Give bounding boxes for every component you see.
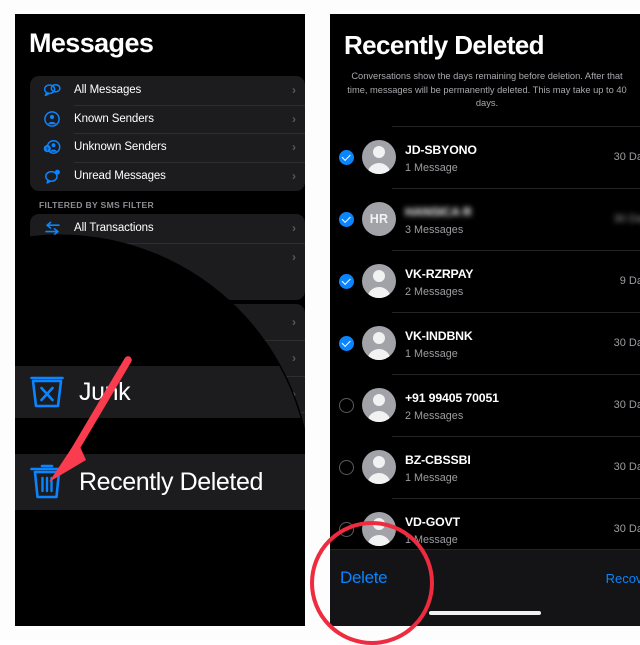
conversation-text: VK-RZRPAY 2 Messages <box>405 265 620 298</box>
conversation-name: HANSICA R <box>405 204 472 219</box>
sidebar-item-label: Junk <box>79 377 131 406</box>
days-remaining: 30 Days <box>613 523 640 535</box>
sidebar-item-label: Unknown Senders <box>74 141 167 154</box>
trash-x-icon <box>15 375 79 409</box>
days-remaining: 30 Days <box>613 399 640 411</box>
conversation-name: VK-INDBNK <box>405 328 473 343</box>
days-remaining: 30 Days <box>613 461 640 473</box>
conversation-name: +91 99405 70051 <box>405 390 499 405</box>
table-row[interactable]: VK-INDBNK 1 Message 30 Days <box>330 312 640 374</box>
sidebar-item-known-senders[interactable]: Known Senders › <box>30 104 305 134</box>
conversation-name: VK-RZRPAY <box>405 266 474 281</box>
select-checkbox[interactable] <box>330 149 362 165</box>
sidebar-item-label: All Messages <box>74 84 142 97</box>
conversation-text: JD-SBYONO 1 Message <box>405 141 614 174</box>
conversation-count: 1 Message <box>405 533 458 546</box>
conversation-count: 1 Message <box>405 471 458 484</box>
select-checkbox[interactable] <box>330 397 362 413</box>
select-checkbox[interactable] <box>330 273 362 289</box>
annotation-circle <box>310 521 434 645</box>
sidebar-item-label: Recently Deleted <box>79 467 263 496</box>
conversation-name: BZ-CBSSBI <box>405 452 471 467</box>
screenshot-stage: Messages All Messages › Known Senders › … <box>0 0 640 645</box>
avatar <box>362 326 396 360</box>
days-remaining: 30 Days <box>613 213 640 225</box>
home-indicator <box>429 611 541 615</box>
conversation-list: JD-SBYONO 1 Message 30 Days HR HANSICA R… <box>330 126 640 560</box>
magnifier-lens: Junk Recently Deleted <box>15 236 305 626</box>
two-chat-bubbles-icon <box>30 83 74 97</box>
svg-text:?: ? <box>46 147 49 152</box>
chevron-right-icon: › <box>292 169 296 184</box>
recover-button[interactable]: Recover <box>606 571 640 586</box>
sidebar-item-junk[interactable]: Junk <box>15 366 305 418</box>
sidebar-item-label: Unread Messages <box>74 170 166 183</box>
person-question-icon: ? <box>30 139 74 155</box>
days-remaining: 30 Days <box>613 151 640 163</box>
sidebar-item-all-messages[interactable]: All Messages › <box>30 76 305 105</box>
sidebar-item-recently-deleted[interactable]: Recently Deleted <box>15 454 305 510</box>
section-header-sms-filter: FILTERED BY SMS FILTER <box>39 200 154 210</box>
conversation-text: VK-INDBNK 1 Message <box>405 327 614 360</box>
avatar <box>362 388 396 422</box>
avatar: HR <box>362 202 396 236</box>
chat-bubble-dot-icon <box>30 169 74 184</box>
conversation-text: VD-GOVT 1 Message <box>405 513 614 546</box>
person-circle-icon <box>30 111 74 127</box>
avatar <box>362 450 396 484</box>
conversation-text: HANSICA R 3 Messages <box>405 203 614 236</box>
avatar <box>362 264 396 298</box>
sidebar-item-unread-messages[interactable]: Unread Messages › <box>30 161 305 191</box>
table-row[interactable]: HR HANSICA R 3 Messages 30 Days <box>330 188 640 250</box>
days-remaining: 9 Days <box>619 275 640 287</box>
conversation-count: 1 Message <box>405 347 458 360</box>
sidebar-item-label: Known Senders <box>74 112 154 125</box>
table-row[interactable]: JD-SBYONO 1 Message 30 Days <box>330 126 640 188</box>
select-checkbox[interactable] <box>330 335 362 351</box>
select-checkbox[interactable] <box>330 459 362 475</box>
recently-deleted-description: Conversations show the days remaining be… <box>347 71 627 109</box>
chevron-right-icon: › <box>292 83 296 98</box>
chevron-right-icon: › <box>292 111 296 126</box>
table-row[interactable]: +91 99405 70051 2 Messages 30 Days <box>330 374 640 436</box>
transfer-arrows-icon <box>30 221 74 236</box>
conversation-count: 1 Message <box>405 161 458 174</box>
days-remaining: 30 Days <box>613 337 640 349</box>
conversation-name: JD-SBYONO <box>405 142 477 157</box>
conversation-text: BZ-CBSSBI 1 Message <box>405 451 614 484</box>
avatar <box>362 140 396 174</box>
conversation-count: 3 Messages <box>405 223 464 236</box>
page-title-recently-deleted: Recently Deleted <box>344 30 545 60</box>
table-row[interactable]: BZ-CBSSBI 1 Message 30 Days <box>330 436 640 498</box>
conversation-text: +91 99405 70051 2 Messages <box>405 389 614 422</box>
table-row[interactable]: VK-RZRPAY 2 Messages 9 Days <box>330 250 640 312</box>
conversation-name: VD-GOVT <box>405 514 460 529</box>
avatar-initials: HR <box>369 212 389 226</box>
chevron-right-icon: › <box>292 140 296 155</box>
select-checkbox[interactable] <box>330 211 362 227</box>
conversation-count: 2 Messages <box>405 409 464 422</box>
messages-screen: Messages All Messages › Known Senders › … <box>15 14 305 626</box>
conversation-count: 2 Messages <box>405 285 464 298</box>
page-title-messages: Messages <box>29 28 154 58</box>
main-filters-group: All Messages › Known Senders › ? Unknown… <box>30 76 305 191</box>
chevron-right-icon: › <box>292 221 296 236</box>
sidebar-item-label: All Transactions <box>74 222 154 235</box>
trash-icon <box>15 464 79 500</box>
magnifier-content: Junk Recently Deleted <box>15 236 305 626</box>
sidebar-item-unknown-senders[interactable]: ? Unknown Senders › <box>30 133 305 162</box>
